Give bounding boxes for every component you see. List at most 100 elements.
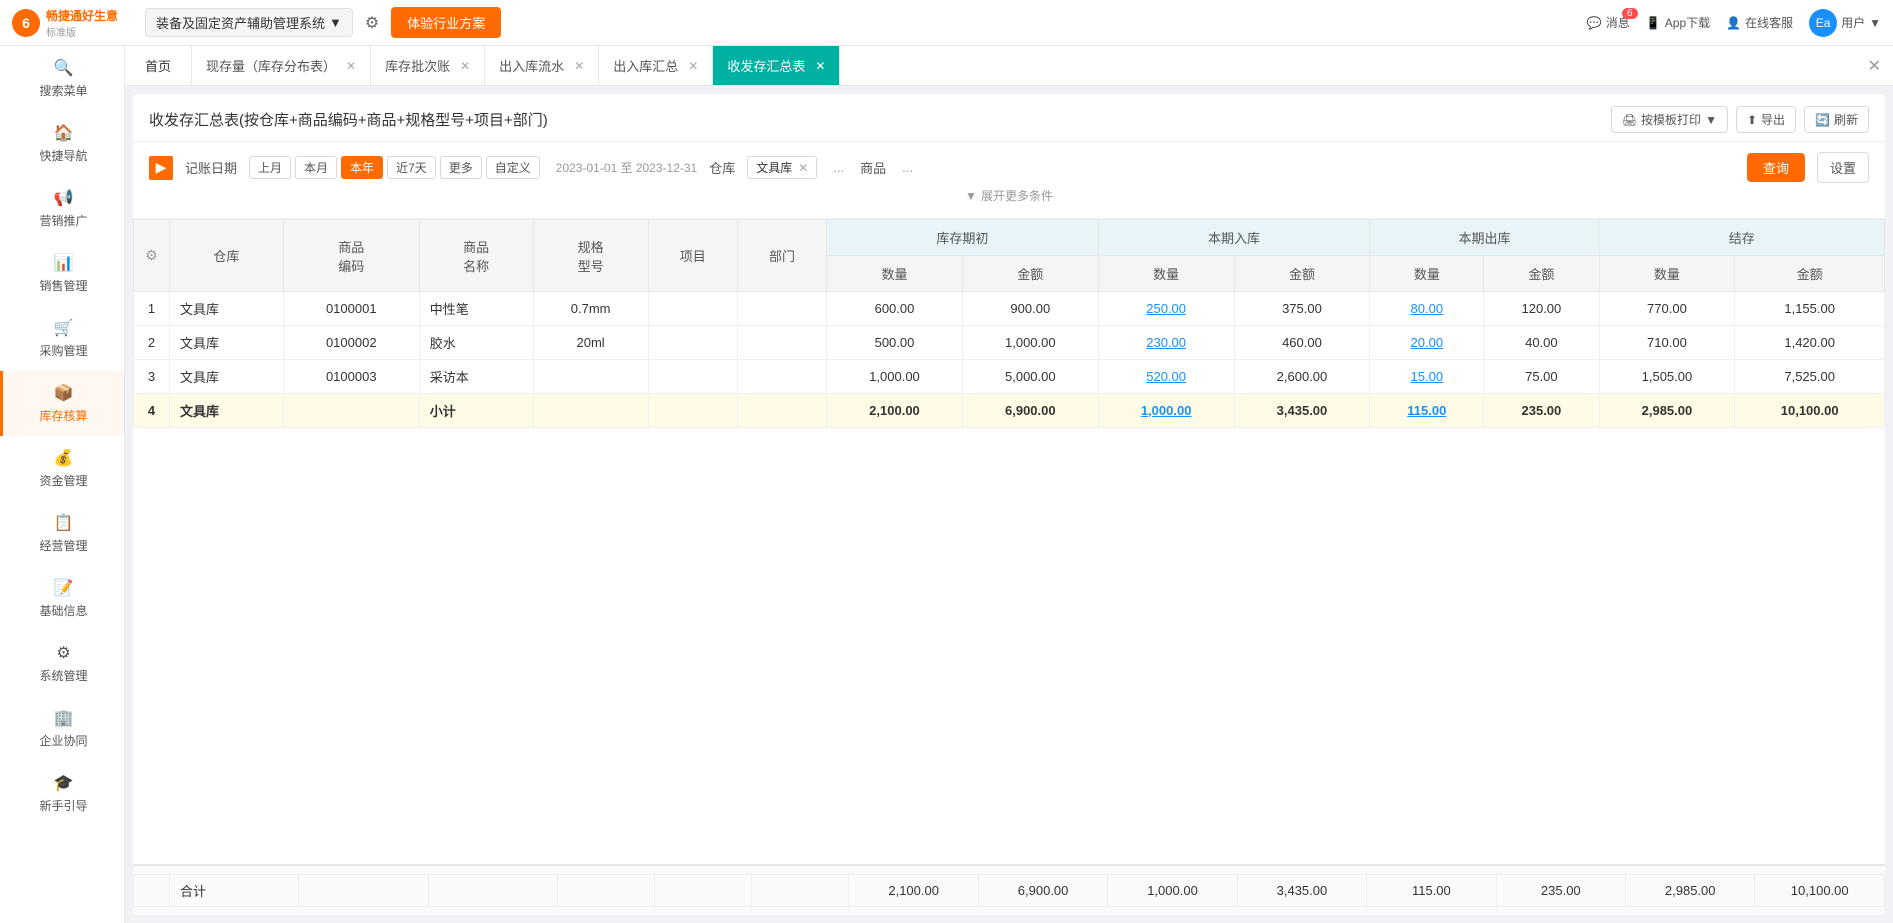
sales-icon: 📊 xyxy=(54,253,74,273)
settings-button[interactable]: 设置 xyxy=(1817,152,1869,183)
expand-more-row: ▼ 展开更多条件 xyxy=(149,183,1869,208)
row-in-qty[interactable]: 230.00 xyxy=(1098,326,1234,360)
refresh-button[interactable]: 🔄 刷新 xyxy=(1804,106,1869,133)
export-button[interactable]: ⬆ 导出 xyxy=(1736,106,1796,133)
date-btn-custom[interactable]: 自定义 xyxy=(486,156,540,179)
query-button[interactable]: 查询 xyxy=(1747,153,1805,182)
row-in-qty-link[interactable]: 250.00 xyxy=(1146,301,1186,316)
date-btn-this-year[interactable]: 本年 xyxy=(341,156,383,179)
sidebar-item-guide[interactable]: 🎓 新手引导 xyxy=(0,761,124,826)
row-out-qty[interactable]: 80.00 xyxy=(1370,292,1484,326)
balance-col-header: 结存 xyxy=(1599,220,1884,256)
row-in-qty-link[interactable]: 1,000.00 xyxy=(1141,403,1192,418)
tab-bar-close[interactable]: ✕ xyxy=(1856,56,1893,76)
row-project xyxy=(648,394,737,428)
sidebar-item-enterprise[interactable]: 🏢 企业协同 xyxy=(0,696,124,761)
messages-button[interactable]: 💬 消息 6 xyxy=(1587,14,1630,31)
gear-button[interactable]: ⚙ xyxy=(361,9,383,37)
row-in-qty[interactable]: 1,000.00 xyxy=(1098,394,1234,428)
date-btn-more[interactable]: 更多 xyxy=(440,156,482,179)
row-open-qty: 600.00 xyxy=(827,292,963,326)
footer-empty-4 xyxy=(558,875,655,907)
sidebar-item-quick-nav[interactable]: 🏠 快捷导航 xyxy=(0,111,124,176)
sidebar-item-inventory[interactable]: 📦 库存核算 xyxy=(0,371,124,436)
tab-in-out-summary[interactable]: 出入库汇总 ✕ xyxy=(599,46,713,86)
tab-close-in-out-summary[interactable]: ✕ xyxy=(688,59,698,73)
tab-close-batch-account[interactable]: ✕ xyxy=(460,59,470,73)
chevron-down-icon: ▼ xyxy=(1869,16,1881,30)
system-icon: ⚙ xyxy=(56,643,70,663)
bal-amt-header: 金额 xyxy=(1735,256,1885,292)
row-in-qty[interactable]: 520.00 xyxy=(1098,360,1234,394)
sidebar-item-basic-info[interactable]: 📝 基础信息 xyxy=(0,566,124,631)
filter-expand-button[interactable]: ▶ xyxy=(149,156,173,180)
spec-col-header: 规格型号 xyxy=(533,220,648,292)
row-out-qty-link[interactable]: 20.00 xyxy=(1411,335,1444,350)
data-table: ⚙ 仓库 商品编码 商品名称 规格型号 项目 部门 库存期初 本期入库 本期出 xyxy=(133,219,1885,428)
warehouse-tag-close[interactable]: ✕ xyxy=(798,161,808,175)
in-qty-header: 数量 xyxy=(1098,256,1234,292)
in-col-header: 本期入库 xyxy=(1098,220,1370,256)
row-bal-amt: 1,155.00 xyxy=(1735,292,1885,326)
row-out-qty-link[interactable]: 115.00 xyxy=(1407,403,1446,418)
row-spec xyxy=(533,394,648,428)
trial-button[interactable]: 体验行业方案 xyxy=(391,7,501,38)
row-no: 2 xyxy=(134,326,170,360)
logo-icon: 6 xyxy=(12,9,40,37)
online-service-button[interactable]: 👤 在线客服 xyxy=(1726,14,1793,31)
tab-receive-send[interactable]: 收发存汇总表 ✕ xyxy=(713,46,840,86)
sidebar-item-sales[interactable]: 📊 销售管理 xyxy=(0,241,124,306)
date-btn-7days[interactable]: 近7天 xyxy=(387,156,436,179)
warehouse-more-dots[interactable]: ... xyxy=(829,160,848,175)
sidebar-item-purchase[interactable]: 🛒 采购管理 xyxy=(0,306,124,371)
tab-close-receive-send[interactable]: ✕ xyxy=(815,59,825,73)
expand-more-button[interactable]: ▼ 展开更多条件 xyxy=(965,187,1053,204)
tab-close-in-out-flow[interactable]: ✕ xyxy=(574,59,584,73)
row-name: 采访本 xyxy=(419,360,533,394)
tab-inventory-dist[interactable]: 现存量（库存分布表） ✕ xyxy=(192,46,371,86)
project-col-header: 项目 xyxy=(648,220,737,292)
tab-home[interactable]: 首页 xyxy=(125,46,192,86)
tab-in-out-flow[interactable]: 出入库流水 ✕ xyxy=(485,46,599,86)
logo-text: 畅捷通好生意 标准版 xyxy=(46,7,118,39)
print-button[interactable]: 🖨 按模板打印 ▼ xyxy=(1611,106,1728,133)
sidebar-item-marketing[interactable]: 📢 营销推广 xyxy=(0,176,124,241)
row-out-qty-link[interactable]: 80.00 xyxy=(1411,301,1444,316)
footer-in-amt: 3,435.00 xyxy=(1237,875,1366,907)
tab-close-inventory-dist[interactable]: ✕ xyxy=(346,59,356,73)
date-buttons: 上月 本月 本年 近7天 更多 自定义 xyxy=(249,156,540,179)
main-area: 首页 现存量（库存分布表） ✕ 库存批次账 ✕ 出入库流水 ✕ 出入库汇总 ✕ … xyxy=(125,46,1893,923)
date-btn-last-month[interactable]: 上月 xyxy=(249,156,291,179)
goods-more-dots[interactable]: ... xyxy=(898,160,917,175)
user-menu[interactable]: Ea 用户 ▼ xyxy=(1809,9,1881,37)
row-open-qty: 2,100.00 xyxy=(827,394,963,428)
tab-batch-account[interactable]: 库存批次账 ✕ xyxy=(371,46,485,86)
row-in-qty-link[interactable]: 230.00 xyxy=(1146,335,1186,350)
export-icon: ⬆ xyxy=(1747,113,1757,127)
sidebar-item-operations[interactable]: 📋 经营管理 xyxy=(0,501,124,566)
search-icon: 🔍 xyxy=(54,58,74,78)
date-label: 记账日期 xyxy=(185,158,237,177)
app-download-button[interactable]: 📱 App下载 xyxy=(1646,14,1710,31)
row-in-qty[interactable]: 250.00 xyxy=(1098,292,1234,326)
row-out-qty-link[interactable]: 15.00 xyxy=(1411,369,1444,384)
name-col-header: 商品名称 xyxy=(419,220,533,292)
table-row: 2文具库0100002胶水20ml500.001,000.00230.00460… xyxy=(134,326,1885,360)
sidebar-item-finance[interactable]: 💰 资金管理 xyxy=(0,436,124,501)
row-in-qty-link[interactable]: 520.00 xyxy=(1146,369,1186,384)
table-settings-icon[interactable]: ⚙ xyxy=(145,247,158,263)
row-out-qty[interactable]: 115.00 xyxy=(1370,394,1484,428)
system-selector[interactable]: 装备及固定资产辅助管理系统 ▼ xyxy=(145,8,353,37)
row-out-qty[interactable]: 15.00 xyxy=(1370,360,1484,394)
row-bal-qty: 710.00 xyxy=(1599,326,1735,360)
warehouse-tag[interactable]: 文具库 ✕ xyxy=(747,156,817,179)
row-name: 胶水 xyxy=(419,326,533,360)
main-layout: 🔍 搜索菜单 🏠 快捷导航 📢 营销推广 📊 销售管理 🛒 采购管理 📦 库存核… xyxy=(0,46,1893,923)
date-btn-this-month[interactable]: 本月 xyxy=(295,156,337,179)
sidebar-item-system[interactable]: ⚙ 系统管理 xyxy=(0,631,124,696)
row-code: 0100003 xyxy=(283,360,419,394)
sidebar-item-search[interactable]: 🔍 搜索菜单 xyxy=(0,46,124,111)
row-out-qty[interactable]: 20.00 xyxy=(1370,326,1484,360)
footer-open-amt: 6,900.00 xyxy=(978,875,1107,907)
in-amt-header: 金额 xyxy=(1234,256,1370,292)
